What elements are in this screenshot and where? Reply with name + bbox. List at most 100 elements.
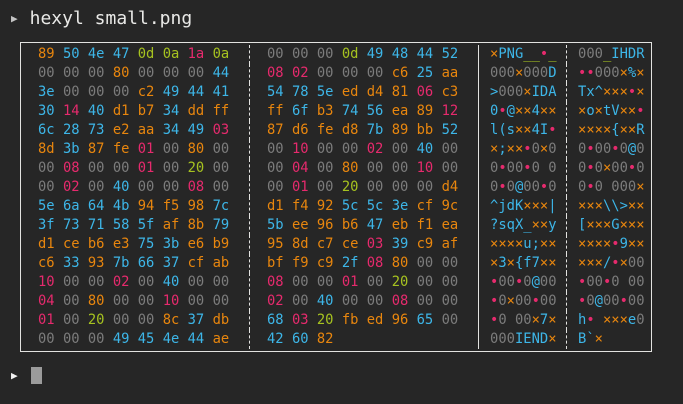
hex-byte: 47 — [112, 46, 130, 62]
ascii-char: × — [523, 198, 532, 214]
ascii-char: ^ — [594, 84, 603, 100]
ascii-char: • — [586, 179, 595, 195]
ascii-char: • — [611, 236, 620, 252]
hex-byte: 00 — [341, 141, 359, 157]
hex-byte: 0a — [162, 46, 180, 62]
hex-byte: 10 — [162, 293, 180, 309]
hex-byte: 8d — [38, 141, 55, 157]
hex-byte: 40 — [416, 141, 434, 157]
ascii-char: 0 — [636, 141, 645, 157]
hex-row: d1 ce b6 e3 75 3b e6 b9 95 8d c7 ce 03 39… — [21, 235, 651, 254]
ascii-char: × — [514, 103, 524, 119]
hex-byte: 01 — [137, 141, 155, 157]
ascii-char: _ — [523, 217, 532, 233]
input-prompt-line[interactable]: ▶ — [11, 365, 683, 386]
ascii-char: 0 — [611, 293, 620, 309]
ascii-char: × — [531, 217, 540, 233]
ascii-char: 4 — [531, 122, 540, 138]
hex-byte: 34 — [162, 103, 180, 119]
hex-byte: 00 — [212, 274, 230, 290]
hex-byte: 6a — [62, 198, 80, 214]
ascii-chars-group: B`× — [566, 330, 651, 349]
hex-byte: b6 — [341, 217, 359, 233]
hex-byte: 00 — [62, 274, 80, 290]
hex-byte: 44 — [212, 65, 230, 81]
hex-row: 89 50 4e 47 0d 0a 1a 0a 00 00 00 0d 49 48… — [21, 45, 651, 64]
hex-bytes-group: 30 14 40 d1 b7 34 dd ff — [21, 102, 249, 121]
hex-byte: 93 — [87, 255, 105, 271]
hex-byte: 49 — [187, 122, 205, 138]
hex-byte: f4 — [291, 198, 309, 214]
ascii-char: • — [627, 160, 637, 176]
hex-byte: 03 — [212, 122, 230, 138]
ascii-char: × — [594, 331, 603, 347]
ascii-char: D — [627, 46, 637, 62]
hex-bytes-group: 00 08 00 00 01 00 20 00 — [21, 159, 249, 178]
ascii-char: @ — [531, 274, 540, 290]
hex-byte: 00 — [162, 141, 180, 157]
hex-byte: 79 — [212, 217, 230, 233]
ascii-char: y — [548, 217, 557, 233]
ascii-char: \ — [602, 198, 612, 214]
hex-byte: 20 — [316, 312, 334, 328]
hex-byte: 34 — [162, 122, 180, 138]
ascii-char: G — [514, 46, 524, 62]
hex-byte: 00 — [316, 46, 334, 62]
hex-byte: 01 — [137, 160, 155, 176]
hex-bytes-group: 68 03 20 fb ed 96 65 00 — [249, 311, 478, 330]
terminal-cursor[interactable] — [30, 367, 42, 384]
ascii-chars-group: 0•0×00•0 — [566, 159, 651, 178]
hex-byte: 89 — [38, 46, 55, 62]
hex-byte: 60 — [291, 331, 309, 347]
ascii-char: × — [586, 122, 595, 138]
hex-byte: 80 — [187, 141, 205, 157]
hex-byte: 33 — [62, 255, 80, 271]
ascii-char: • — [531, 293, 540, 309]
ascii-char: 9 — [619, 236, 628, 252]
ascii-char: { — [611, 122, 620, 138]
ascii-chars-group: 0•00•0@0 — [566, 140, 651, 159]
ascii-char: s — [506, 122, 515, 138]
ascii-char: 0 — [506, 160, 515, 176]
ascii-char: × — [514, 236, 524, 252]
ascii-char: ; — [531, 236, 540, 252]
ascii-char: D — [548, 65, 557, 81]
hex-byte: 80 — [112, 65, 130, 81]
ascii-char: × — [627, 236, 637, 252]
hex-byte: fb — [341, 312, 359, 328]
hex-byte: 01 — [38, 312, 55, 328]
ascii-char: × — [636, 198, 645, 214]
hex-byte: c2 — [137, 84, 155, 100]
hex-byte: 00 — [137, 293, 155, 309]
ascii-char: N — [531, 331, 540, 347]
hex-byte: 04 — [38, 293, 55, 309]
hex-byte: 0a — [212, 46, 230, 62]
hex-byte: 01 — [291, 179, 309, 195]
ascii-char: 0 — [636, 274, 645, 290]
hex-byte: 00 — [162, 65, 180, 81]
ascii-char: × — [539, 103, 549, 119]
ascii-char: V — [611, 103, 620, 119]
ascii-char: × — [619, 103, 628, 119]
hex-bytes-group: 04 00 80 00 00 10 00 00 — [21, 292, 249, 311]
ascii-char: × — [523, 122, 532, 138]
ascii-char: 0 — [514, 293, 524, 309]
hex-byte: 00 — [87, 331, 105, 347]
hex-byte: d4 — [441, 179, 459, 195]
hex-byte: c3 — [441, 84, 459, 100]
hex-bytes-group: bf f9 c9 2f 08 80 00 00 — [249, 254, 478, 273]
hex-byte: b7 — [137, 103, 155, 119]
hex-byte: ea — [441, 217, 459, 233]
ascii-char: 0 — [523, 312, 532, 328]
hex-byte: 98 — [187, 198, 205, 214]
hex-byte: bb — [416, 122, 434, 138]
hex-byte: d6 — [291, 122, 309, 138]
hex-byte: 00 — [87, 84, 105, 100]
ascii-char: 0 — [523, 65, 532, 81]
hex-byte: 7c — [212, 198, 230, 214]
ascii-chars-group: •00•0 00 — [566, 273, 651, 292]
hex-byte: 71 — [87, 217, 105, 233]
ascii-char: u — [523, 236, 532, 252]
ascii-char: 0 — [611, 179, 620, 195]
hex-byte: 73 — [87, 122, 105, 138]
